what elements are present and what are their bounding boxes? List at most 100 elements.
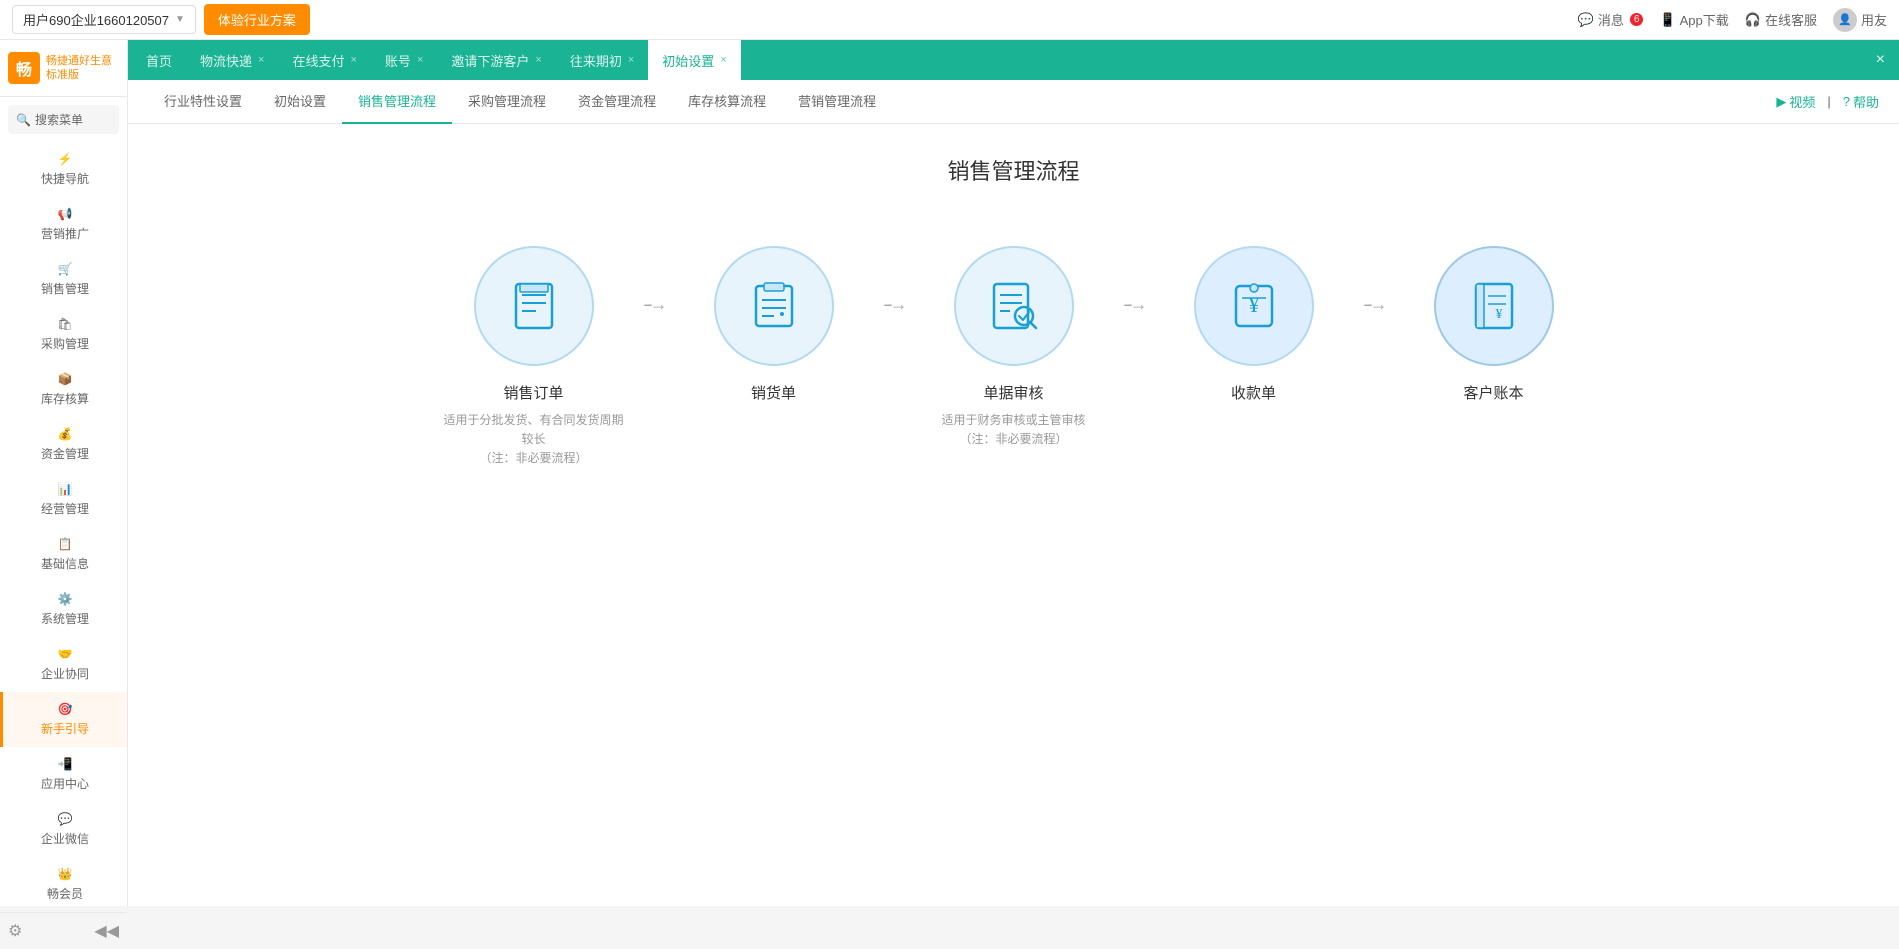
top-bar: 用户690企业1660120507 ▼ 体验行业方案 💬 消息 6 📱 App下… [0,0,1899,40]
trial-button[interactable]: 体验行业方案 [204,4,310,35]
collapse-sidebar-button[interactable]: ◀◀ [94,921,119,941]
page-title: 销售管理流程 [168,154,1859,186]
app-label: App下载 [1680,10,1729,29]
sidebar-item-operation[interactable]: 📊 经营管理 [0,472,127,527]
top-bar-left: 用户690企业1660120507 ▼ 体验行业方案 [12,4,310,35]
user-label: 用户690企业1660120507 [23,10,169,29]
flow-desc-sales-order: 适用于分批发货、有合同发货周期较长（注：非必要流程） [444,411,624,469]
flow-step-audit: 单据审核 适用于财务审核或主管审核（注：非必要流程） [924,246,1104,449]
sub-tab-initial[interactable]: 初始设置 [258,80,342,124]
sidebar: 畅 畅捷通好生意 标准版 🔍 搜索菜单 ⚡ 快捷导航 📢 营销推广 🛒 销售管理… [0,40,128,906]
nav-tab-payment[interactable]: 在线支付 × [278,40,370,80]
megaphone-icon: 📢 [58,207,73,221]
table-icon: 📋 [58,537,73,551]
user-name: 用友 [1861,10,1887,29]
message-label: 消息 [1598,10,1624,29]
flow-label-sales-order: 销售订单 [503,382,563,403]
account-book-icon: ¥ [1466,278,1522,334]
sidebar-item-inventory[interactable]: 📦 库存核算 [0,362,127,417]
nav-tabs-bar: 首页 物流快递 × 在线支付 × 账号 × 邀请下游客户 × 往来期初 × [128,40,1899,80]
flow-label-receipt: 收款单 [1231,382,1276,403]
bag-icon: 🛍 [57,317,72,331]
main-layout: 畅 畅捷通好生意 标准版 🔍 搜索菜单 ⚡ 快捷导航 📢 营销推广 🛒 销售管理… [0,40,1899,906]
nav-tab-home[interactable]: 首页 [132,40,186,80]
user-selector[interactable]: 用户690企业1660120507 ▼ [12,5,196,34]
flow-arrow-2: - - → [864,246,924,315]
app-icon: 📲 [58,757,73,771]
sub-tab-sales-flow[interactable]: 销售管理流程 [342,80,452,124]
search-icon: 🔍 [16,113,31,127]
settings-bottom-button[interactable]: ⚙ [8,921,22,941]
dropdown-arrow-icon: ▼ [175,14,185,25]
sidebar-item-marketing[interactable]: 📢 营销推广 [0,197,127,252]
audit-icon [986,278,1042,334]
sidebar-item-appstore[interactable]: 📲 应用中心 [0,747,127,802]
receipt-icon: ¥ [1226,278,1282,334]
sub-tab-inventory-check[interactable]: 库存核算流程 [672,80,782,124]
service-item[interactable]: 🎧 在线客服 [1745,10,1817,29]
sub-tab-right: ▶ 视频 | ? 帮助 [1776,92,1879,111]
sidebar-item-basic[interactable]: 📋 基础信息 [0,527,127,582]
flow-circle-audit [954,246,1074,366]
sidebar-item-collab[interactable]: 🤝 企业协同 [0,637,127,692]
sidebar-item-guide[interactable]: 🎯 新手引导 [0,692,127,747]
close-account-icon[interactable]: × [417,54,423,66]
sub-tab-finance-flow[interactable]: 资金管理流程 [562,80,672,124]
flow-step-sales-invoice: 销货单 [684,246,864,411]
svg-text:¥: ¥ [1495,307,1502,322]
app-download-item[interactable]: 📱 App下载 [1659,10,1728,29]
nav-tab-invite[interactable]: 邀请下游客户 × [437,40,555,80]
message-icon: 💬 [1578,12,1594,28]
close-logistics-icon[interactable]: × [258,54,264,66]
sidebar-search[interactable]: 🔍 搜索菜单 [0,97,127,142]
flow-arrow-3: - - → [1104,246,1164,315]
user-avatar-item[interactable]: 👤 用友 [1833,8,1887,32]
wechat-icon: 💬 [58,812,73,826]
flow-step-receipt: ¥ 收款单 [1164,246,1344,411]
cart-icon: 🛒 [58,262,73,276]
svg-text:¥: ¥ [1248,292,1259,317]
sub-tab-marketing-flow[interactable]: 营销管理流程 [782,80,892,124]
top-bar-right: 💬 消息 6 📱 App下载 🎧 在线客服 👤 用友 [1578,8,1887,32]
sidebar-item-quick-nav[interactable]: ⚡ 快捷导航 [0,142,127,197]
sub-tabs: 行业特性设置 初始设置 销售管理流程 采购管理流程 资金管理流程 库存核算流程 [128,80,1899,124]
flow-step-account-book: ¥ 客户账本 [1404,246,1584,411]
sidebar-item-sales[interactable]: 🛒 销售管理 [0,252,127,307]
close-payment-icon[interactable]: × [350,54,356,66]
close-invite-icon[interactable]: × [535,54,541,66]
page-body: 销售管理流程 [128,124,1899,499]
flow-circle-receipt: ¥ [1194,246,1314,366]
sidebar-item-finance[interactable]: 💰 资金管理 [0,417,127,472]
flow-arrow-1: - - → [624,246,684,315]
team-icon: 🤝 [58,647,73,661]
nav-tab-account[interactable]: 账号 × [371,40,437,80]
close-initial-icon[interactable]: × [720,54,726,66]
flow-diagram: 销售订单 适用于分批发货、有合同发货周期较长（注：非必要流程） - - → [168,246,1859,469]
flow-label-audit: 单据审核 [983,382,1043,403]
flow-circle-account-book: ¥ [1434,246,1554,366]
nav-tab-initial[interactable]: 初始设置 × [648,40,740,80]
search-menu-button[interactable]: 🔍 搜索菜单 [8,105,119,134]
nav-tab-logistics[interactable]: 物流快递 × [186,40,278,80]
sidebar-item-system[interactable]: ⚙️ 系统管理 [0,582,127,637]
video-link[interactable]: ▶ 视频 [1776,92,1815,111]
nav-tab-period[interactable]: 往来期初 × [556,40,648,80]
sidebar-item-purchase[interactable]: 🛍 采购管理 [0,307,127,362]
help-link[interactable]: ? 帮助 [1843,92,1879,111]
close-period-icon[interactable]: × [628,54,634,66]
vip-icon: 👑 [58,867,73,881]
grid-icon: ⚡ [58,152,73,166]
sub-tab-industry[interactable]: 行业特性设置 [148,80,258,124]
sidebar-item-vip[interactable]: 👑 畅会员 [0,857,127,912]
sidebar-item-wechat[interactable]: 💬 企业微信 [0,802,127,857]
message-item[interactable]: 💬 消息 6 [1578,10,1644,29]
inner-content: 行业特性设置 初始设置 销售管理流程 采购管理流程 资金管理流程 库存核算流程 [128,80,1899,906]
sales-invoice-icon [746,278,802,334]
flow-arrow-4: - - → [1344,246,1404,315]
flow-label-account-book: 客户账本 [1463,382,1523,403]
service-label: 在线客服 [1765,10,1817,29]
phone-icon: 📱 [1659,12,1675,28]
sub-tab-purchase-flow[interactable]: 采购管理流程 [452,80,562,124]
setting-icon: ⚙️ [58,592,73,606]
close-all-tabs-button[interactable]: × [1866,51,1895,69]
